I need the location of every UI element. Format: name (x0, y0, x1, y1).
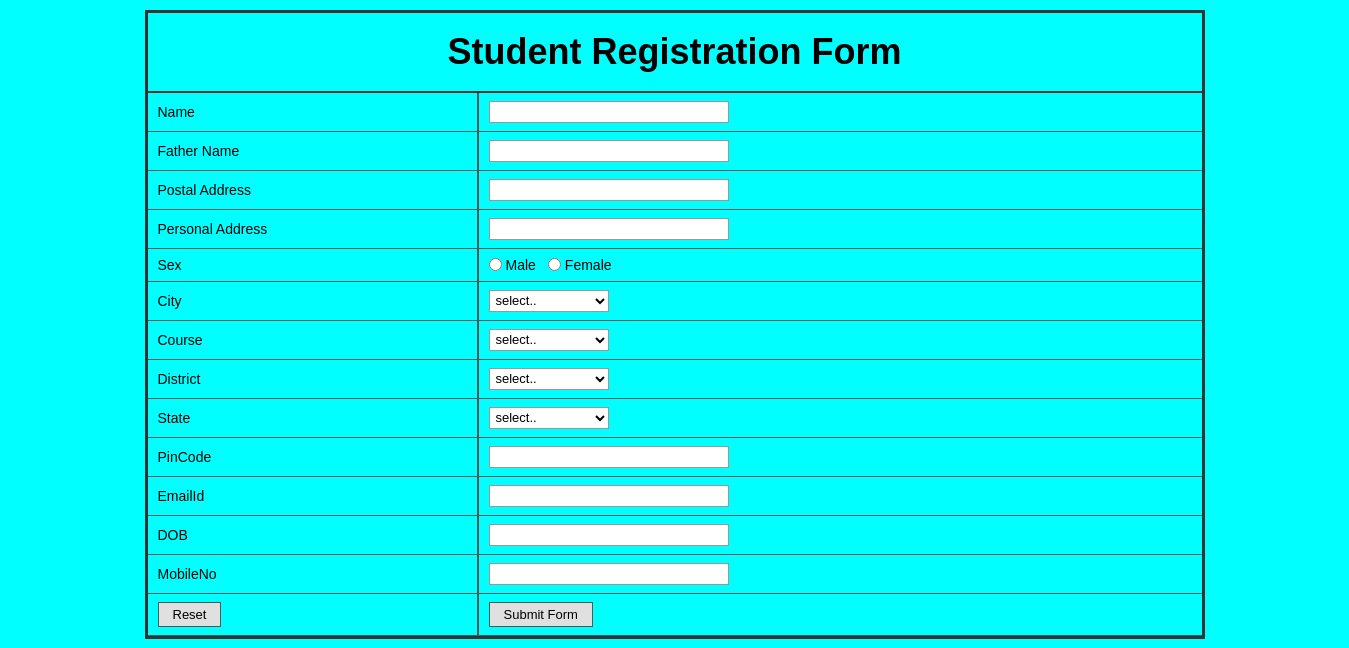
reset-button[interactable]: Reset (158, 602, 222, 627)
table-row: District select.. (148, 359, 1202, 398)
table-row: Sex Male Female (148, 248, 1202, 281)
field-father-name (478, 131, 1202, 170)
personal-address-input[interactable] (489, 218, 729, 240)
label-postal-address: Postal Address (148, 170, 478, 209)
female-label: Female (548, 257, 612, 273)
state-select[interactable]: select.. (489, 407, 609, 429)
registration-table: Name Father Name Postal Address Personal… (148, 93, 1202, 636)
dob-input[interactable] (489, 524, 729, 546)
field-city: select.. (478, 281, 1202, 320)
field-course: select.. (478, 320, 1202, 359)
female-radio[interactable] (548, 258, 561, 271)
reset-cell: Reset (148, 593, 478, 635)
field-mobile (478, 554, 1202, 593)
field-email (478, 476, 1202, 515)
field-sex: Male Female (478, 248, 1202, 281)
city-select[interactable]: select.. (489, 290, 609, 312)
email-input[interactable] (489, 485, 729, 507)
mobile-input[interactable] (489, 563, 729, 585)
submit-button[interactable]: Submit Form (489, 602, 593, 627)
table-row: MobileNo (148, 554, 1202, 593)
table-row: Father Name (148, 131, 1202, 170)
table-row: Personal Address (148, 209, 1202, 248)
name-input[interactable] (489, 101, 729, 123)
submit-cell: Submit Form (478, 593, 1202, 635)
field-personal-address (478, 209, 1202, 248)
label-state: State (148, 398, 478, 437)
label-dob: DOB (148, 515, 478, 554)
label-name: Name (148, 93, 478, 132)
field-district: select.. (478, 359, 1202, 398)
course-select[interactable]: select.. (489, 329, 609, 351)
label-mobile: MobileNo (148, 554, 478, 593)
label-email: EmailId (148, 476, 478, 515)
table-row: EmailId (148, 476, 1202, 515)
label-personal-address: Personal Address (148, 209, 478, 248)
label-district: District (148, 359, 478, 398)
father-name-input[interactable] (489, 140, 729, 162)
male-radio[interactable] (489, 258, 502, 271)
label-father-name: Father Name (148, 131, 478, 170)
form-title: Student Registration Form (148, 13, 1202, 93)
table-row: DOB (148, 515, 1202, 554)
form-container: Student Registration Form Name Father Na… (145, 10, 1205, 639)
label-pincode: PinCode (148, 437, 478, 476)
label-sex: Sex (148, 248, 478, 281)
label-city: City (148, 281, 478, 320)
pincode-input[interactable] (489, 446, 729, 468)
button-row: Reset Submit Form (148, 593, 1202, 635)
field-state: select.. (478, 398, 1202, 437)
table-row: Name (148, 93, 1202, 132)
field-name (478, 93, 1202, 132)
table-row: PinCode (148, 437, 1202, 476)
table-row: City select.. (148, 281, 1202, 320)
field-postal-address (478, 170, 1202, 209)
label-course: Course (148, 320, 478, 359)
postal-address-input[interactable] (489, 179, 729, 201)
district-select[interactable]: select.. (489, 368, 609, 390)
sex-radio-group: Male Female (489, 257, 1192, 273)
table-row: Course select.. (148, 320, 1202, 359)
male-label: Male (489, 257, 536, 273)
field-dob (478, 515, 1202, 554)
table-row: Postal Address (148, 170, 1202, 209)
table-row: State select.. (148, 398, 1202, 437)
field-pincode (478, 437, 1202, 476)
